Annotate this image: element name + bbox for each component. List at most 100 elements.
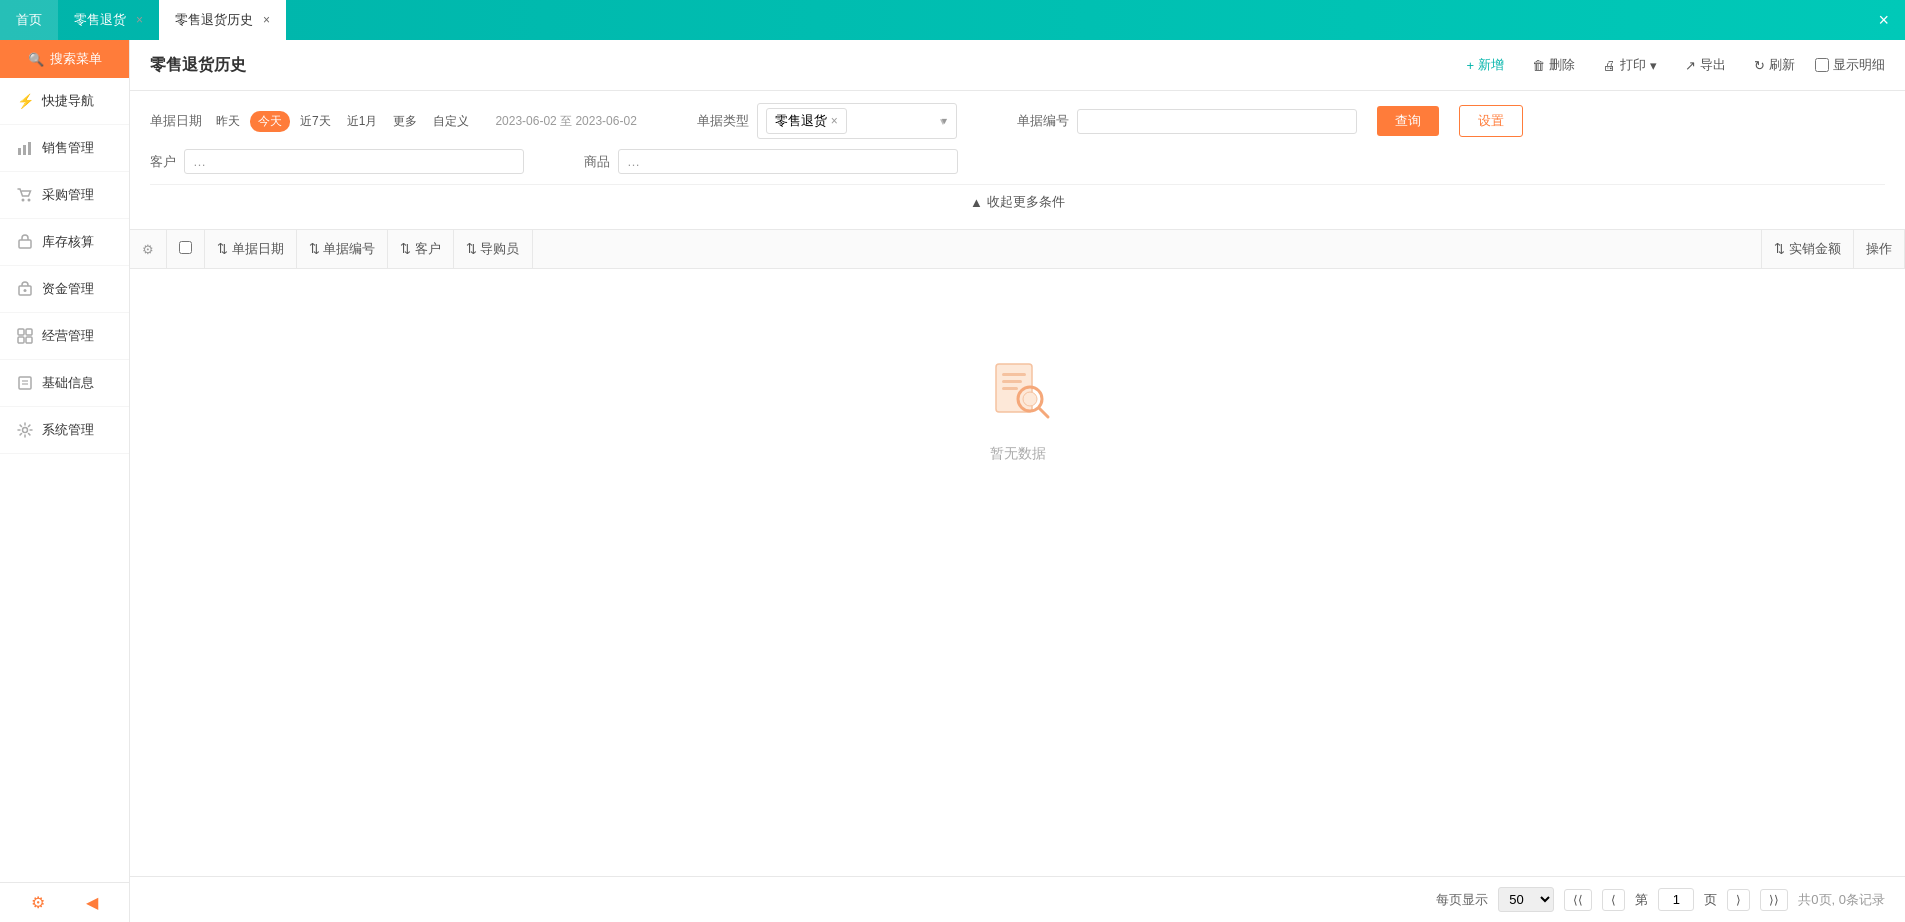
- sidebar-collapse-button[interactable]: ◀: [86, 893, 98, 912]
- goods-filter-input[interactable]: …: [618, 149, 958, 174]
- page-title: 零售退货历史: [150, 55, 246, 76]
- tab-retail-return-close[interactable]: ×: [136, 13, 143, 27]
- number-filter-input[interactable]: [1077, 109, 1357, 134]
- date-btn-1month[interactable]: 近1月: [341, 111, 384, 132]
- refresh-label: 刷新: [1769, 56, 1795, 74]
- sidebar-item-sales[interactable]: 销售管理: [0, 125, 129, 172]
- table-customer-header[interactable]: ⇅ 客户: [388, 230, 454, 269]
- goods-filter-field: 商品 …: [584, 149, 958, 174]
- sidebar-item-finance[interactable]: 资金管理: [0, 266, 129, 313]
- date-range-display: 2023-06-02 至 2023-06-02: [495, 113, 636, 130]
- page-size-select[interactable]: 20 50 100: [1498, 887, 1554, 912]
- show-detail-checkbox[interactable]: [1815, 58, 1829, 72]
- customer-filter-field: 客户 …: [150, 149, 524, 174]
- sidebar-settings-button[interactable]: ⚙: [31, 893, 45, 912]
- finance-icon: [16, 280, 34, 298]
- total-info: 共0页, 0条记录: [1798, 891, 1885, 909]
- goods-placeholder: …: [627, 154, 640, 169]
- svg-rect-8: [18, 329, 24, 335]
- date-btn-more[interactable]: 更多: [387, 111, 423, 132]
- export-label: 导出: [1700, 56, 1726, 74]
- print-label: 打印: [1620, 56, 1646, 74]
- table-date-header[interactable]: ⇅ 单据日期: [205, 230, 297, 269]
- delete-icon: 🗑: [1532, 58, 1545, 73]
- sidebar-item-inventory[interactable]: 库存核算: [0, 219, 129, 266]
- page-number-input[interactable]: [1658, 888, 1694, 911]
- settings-button[interactable]: 设置: [1459, 105, 1523, 137]
- table-header-row: ⚙ ⇅ 单据日期 ⇅ 单据编号 ⇅ 客户: [130, 230, 1905, 269]
- export-button[interactable]: ↗ 导出: [1677, 52, 1734, 78]
- refresh-button[interactable]: ↻ 刷新: [1746, 52, 1803, 78]
- table-settings-icon[interactable]: ⚙: [142, 242, 154, 257]
- type-tag-close[interactable]: ×: [831, 114, 838, 128]
- svg-rect-10: [18, 337, 24, 343]
- svg-point-3: [22, 199, 25, 202]
- table-date-header-label: ⇅ 单据日期: [217, 241, 284, 256]
- table-header: ⚙ ⇅ 单据日期 ⇅ 单据编号 ⇅ 客户: [130, 230, 1905, 269]
- first-page-button[interactable]: ⟨⟨: [1564, 889, 1592, 911]
- sidebar-item-purchase[interactable]: 采购管理: [0, 172, 129, 219]
- sidebar-search-label: 搜索菜单: [50, 50, 102, 68]
- tab-home-label: 首页: [16, 11, 42, 29]
- print-dropdown-icon: ▾: [1650, 58, 1657, 73]
- type-filter-label: 单据类型: [697, 112, 749, 130]
- svg-rect-1: [23, 145, 26, 155]
- sidebar-item-operations[interactable]: 经营管理: [0, 313, 129, 360]
- query-button[interactable]: 查询: [1377, 106, 1439, 136]
- tab-home[interactable]: 首页: [0, 0, 58, 40]
- customer-filter-input[interactable]: …: [184, 149, 524, 174]
- table-guide-header-label: ⇅ 导购员: [466, 241, 520, 256]
- new-icon: +: [1466, 58, 1474, 73]
- prev-page-button[interactable]: ⟨: [1602, 889, 1625, 911]
- date-btn-yesterday[interactable]: 昨天: [210, 111, 246, 132]
- empty-text: 暂无数据: [990, 445, 1046, 463]
- date-filter-label: 单据日期: [150, 112, 202, 130]
- page-unit: 页: [1704, 891, 1717, 909]
- print-button[interactable]: 🖨 打印 ▾: [1595, 52, 1665, 78]
- svg-line-22: [1039, 408, 1048, 417]
- tab-retail-return-history[interactable]: 零售退货历史 ×: [159, 0, 286, 40]
- tab-retail-return-history-close[interactable]: ×: [263, 13, 270, 27]
- delete-button[interactable]: 🗑 删除: [1524, 52, 1583, 78]
- page-label: 第: [1635, 891, 1648, 909]
- svg-point-15: [23, 428, 28, 433]
- date-filter-field: 单据日期 昨天 今天 近7天 近1月 更多 自定义: [150, 111, 475, 132]
- svg-rect-18: [1002, 380, 1022, 383]
- date-shortcuts: 昨天 今天 近7天 近1月 更多 自定义: [210, 111, 475, 132]
- table-spacer-header: [532, 230, 1762, 269]
- date-btn-custom[interactable]: 自定义: [427, 111, 475, 132]
- table-guide-header[interactable]: ⇅ 导购员: [453, 230, 532, 269]
- tab-retail-return[interactable]: 零售退货 ×: [58, 0, 159, 40]
- sidebar-item-sales-label: 销售管理: [42, 139, 94, 157]
- sidebar-item-system[interactable]: 系统管理: [0, 407, 129, 454]
- window-close-button[interactable]: ×: [1862, 10, 1905, 31]
- sidebar-search[interactable]: 🔍 搜索菜单: [0, 40, 129, 78]
- svg-rect-11: [26, 337, 32, 343]
- svg-rect-2: [28, 142, 31, 155]
- next-page-button[interactable]: ⟩: [1727, 889, 1750, 911]
- select-all-checkbox[interactable]: [179, 241, 192, 254]
- date-btn-7days[interactable]: 近7天: [294, 111, 337, 132]
- empty-icon: [978, 349, 1058, 429]
- number-filter-field: 单据编号: [1017, 109, 1357, 134]
- table-number-header[interactable]: ⇅ 单据编号: [296, 230, 388, 269]
- page-size-label: 每页显示: [1436, 891, 1488, 909]
- date-btn-today[interactable]: 今天: [250, 111, 290, 132]
- sidebar-bottom: ⚙ ◀: [0, 882, 129, 922]
- pagination-bar: 每页显示 20 50 100 ⟨⟨ ⟨ 第 页 ⟩ ⟩⟩ 共0页, 0条记录: [130, 876, 1905, 922]
- new-button[interactable]: + 新增: [1458, 52, 1512, 78]
- show-detail-label: 显示明细: [1833, 56, 1885, 74]
- filter-row-2: 客户 … 商品 …: [150, 149, 1885, 174]
- table-customer-header-label: ⇅ 客户: [400, 241, 441, 256]
- purchase-icon: [16, 186, 34, 204]
- sidebar: 🔍 搜索菜单 ⚡ 快捷导航 销售管理 采购管理: [0, 40, 130, 922]
- table-amount-header[interactable]: ⇅ 实销金额: [1762, 230, 1854, 269]
- last-page-button[interactable]: ⟩⟩: [1760, 889, 1788, 911]
- collapse-conditions-button[interactable]: ▲ 收起更多条件: [150, 184, 1885, 217]
- sidebar-item-basic-info[interactable]: 基础信息: [0, 360, 129, 407]
- svg-point-21: [1023, 392, 1037, 406]
- quick-nav-icon: ⚡: [16, 92, 34, 110]
- sidebar-item-quick-nav[interactable]: ⚡ 快捷导航: [0, 78, 129, 125]
- tab-list: 首页 零售退货 × 零售退货历史 ×: [0, 0, 1862, 40]
- type-select[interactable]: 零售退货 × ▼: [757, 103, 957, 139]
